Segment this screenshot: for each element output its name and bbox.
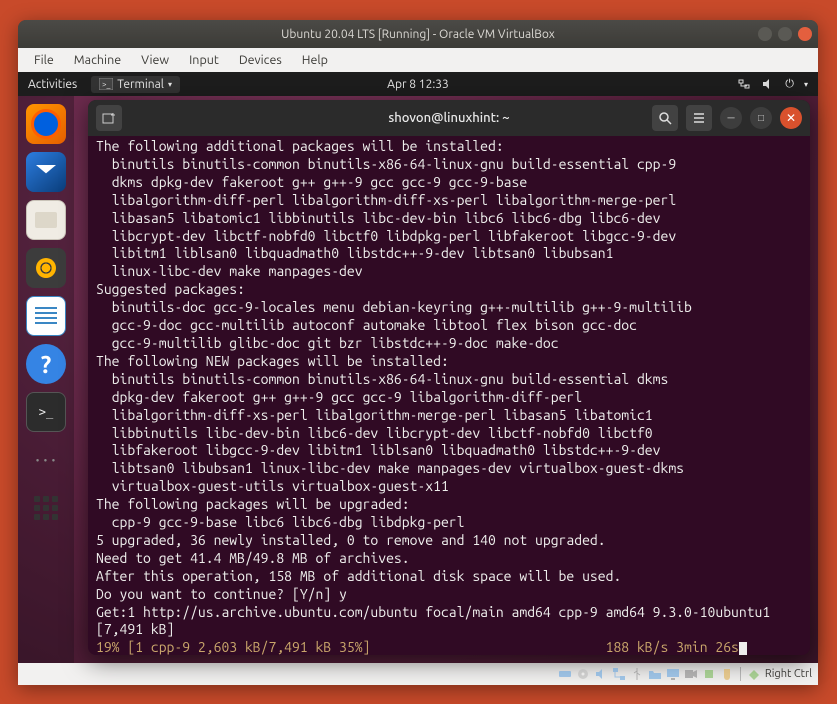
dock-terminal[interactable]: [26, 392, 66, 432]
hard-disk-icon[interactable]: [558, 667, 572, 681]
terminal-line: libalgorithm-diff-perl libalgorithm-diff…: [96, 192, 676, 208]
optical-disk-icon[interactable]: [576, 667, 590, 681]
maximize-button[interactable]: [778, 27, 792, 41]
dock-firefox[interactable]: [26, 104, 66, 144]
host-key-label: Right Ctrl: [765, 668, 812, 680]
terminal-line: virtualbox-guest-utils virtualbox-guest-…: [96, 478, 449, 494]
dock-show-apps[interactable]: [26, 488, 66, 528]
audio-icon[interactable]: [594, 667, 608, 681]
network-icon[interactable]: [737, 78, 751, 90]
network-icon[interactable]: [612, 667, 626, 681]
activities-button[interactable]: Activities: [28, 78, 77, 91]
vbox-menubar: File Machine View Input Devices Help: [18, 48, 818, 72]
host-key-icon[interactable]: [747, 667, 761, 681]
dock: ? • • •: [18, 96, 74, 663]
terminal-line: binutils binutils-common binutils-x86-64…: [96, 371, 668, 387]
separator: [740, 667, 741, 681]
menu-help[interactable]: Help: [292, 51, 338, 69]
processor-icon[interactable]: [702, 667, 716, 681]
dock-help[interactable]: ?: [26, 344, 66, 384]
mouse-icon[interactable]: [720, 667, 734, 681]
terminal-line: cpp-9 gcc-9-base libc6 libc6-dbg libdpkg…: [96, 514, 465, 530]
search-icon: [658, 111, 672, 125]
menu-devices[interactable]: Devices: [229, 51, 292, 69]
terminal-line: Need to get 41.4 MB/49.8 MB of archives.: [96, 550, 410, 566]
terminal-line: libcrypt-dev libctf-nobfd0 libctf0 libdp…: [96, 228, 676, 244]
app-menu-label: Terminal: [117, 78, 164, 91]
menu-input[interactable]: Input: [179, 51, 229, 69]
shared-folder-icon[interactable]: [648, 667, 662, 681]
menu-machine[interactable]: Machine: [64, 51, 131, 69]
terminal-line: binutils binutils-common binutils-x86-64…: [96, 156, 676, 172]
terminal-line: binutils-doc gcc-9-locales menu debian-k…: [96, 299, 692, 315]
apt-progress-left: 19% [1 cpp-9 2,603 kB/7,491 kB 35%]: [96, 639, 370, 655]
terminal-window: shovon@linuxhint: ~ ─ □ ✕ The following …: [88, 100, 810, 655]
terminal-line: Suggested packages:: [96, 281, 245, 297]
menu-button[interactable]: [686, 105, 712, 131]
recording-icon[interactable]: [684, 667, 698, 681]
usb-icon[interactable]: [630, 667, 644, 681]
dock-thunderbird[interactable]: [26, 152, 66, 192]
terminal-title: shovon@linuxhint: ~: [388, 111, 509, 125]
terminal-line: libfakeroot libgcc-9-dev libitm1 liblsan…: [96, 442, 661, 458]
new-tab-icon: [102, 111, 116, 125]
terminal-line: The following additional packages will b…: [96, 138, 504, 154]
power-icon[interactable]: ⏻: [785, 78, 794, 91]
vbox-statusbar: Right Ctrl: [18, 663, 818, 685]
terminal-line: dkms dpkg-dev fakeroot g++ g++-9 gcc gcc…: [96, 174, 527, 190]
virtualbox-window: Ubuntu 20.04 LTS [Running] - Oracle VM V…: [18, 20, 818, 685]
menu-file[interactable]: File: [24, 51, 64, 69]
terminal-line: Get:1 http://us.archive.ubuntu.com/ubunt…: [96, 604, 778, 638]
menu-view[interactable]: View: [131, 51, 179, 69]
vbox-titlebar[interactable]: Ubuntu 20.04 LTS [Running] - Oracle VM V…: [18, 20, 818, 48]
guest-desktop: Activities >_ Terminal ▾ Apr 8 12:33 ⏻ ▾: [18, 72, 818, 663]
terminal-line: The following NEW packages will be insta…: [96, 353, 449, 369]
app-menu[interactable]: >_ Terminal ▾: [91, 76, 180, 93]
terminal-line: linux-libc-dev make manpages-dev: [96, 263, 363, 279]
apt-progress-right: 188 kB/s 3min 26s: [606, 639, 739, 655]
chevron-down-icon: ▾: [168, 80, 172, 89]
cursor: [739, 642, 747, 655]
terminal-body[interactable]: The following additional packages will b…: [88, 136, 810, 655]
minimize-button[interactable]: [758, 27, 772, 41]
dock-running-indicator: • • •: [26, 440, 66, 480]
new-tab-button[interactable]: [96, 105, 122, 131]
terminal-line: gcc-9-multilib glibc-doc git bzr libstdc…: [96, 335, 559, 351]
chevron-down-icon[interactable]: ▾: [804, 80, 808, 89]
terminal-line: gcc-9-doc gcc-multilib autoconf automake…: [96, 317, 637, 333]
display-icon[interactable]: [666, 667, 680, 681]
terminal-line: Do you want to continue? [Y/n] y: [96, 586, 347, 602]
terminal-line: libtsan0 libubsan1 linux-libc-dev make m…: [96, 460, 684, 476]
volume-icon[interactable]: [761, 78, 775, 90]
hamburger-icon: [692, 111, 706, 125]
terminal-maximize[interactable]: □: [750, 107, 772, 129]
terminal-line: libalgorithm-diff-xs-perl libalgorithm-m…: [96, 407, 653, 423]
search-button[interactable]: [652, 105, 678, 131]
terminal-line: After this operation, 158 MB of addition…: [96, 568, 621, 584]
gnome-topbar: Activities >_ Terminal ▾ Apr 8 12:33 ⏻ ▾: [18, 72, 818, 96]
terminal-icon: >_: [99, 78, 113, 90]
terminal-minimize[interactable]: ─: [720, 107, 742, 129]
terminal-close[interactable]: ✕: [780, 107, 802, 129]
terminal-line: 5 upgraded, 36 newly installed, 0 to rem…: [96, 532, 606, 548]
dock-files[interactable]: [26, 200, 66, 240]
dock-libreoffice-writer[interactable]: [26, 296, 66, 336]
apps-grid-icon: [34, 496, 58, 520]
terminal-line: libitm1 liblsan0 libquadmath0 libstdc++-…: [96, 245, 613, 261]
svg-text:>_: >_: [102, 80, 111, 89]
terminal-line: libbinutils libc-dev-bin libc6-dev libcr…: [96, 425, 653, 441]
terminal-titlebar[interactable]: shovon@linuxhint: ~ ─ □ ✕: [88, 100, 810, 136]
vbox-title: Ubuntu 20.04 LTS [Running] - Oracle VM V…: [281, 28, 555, 41]
clock[interactable]: Apr 8 12:33: [387, 78, 449, 91]
terminal-line: dpkg-dev fakeroot g++ g++-9 gcc gcc-9 li…: [96, 389, 582, 405]
terminal-line: libasan5 libatomic1 libbinutils libc-dev…: [96, 210, 661, 226]
terminal-line: The following packages will be upgraded:: [96, 496, 410, 512]
dock-rhythmbox[interactable]: [26, 248, 66, 288]
close-button[interactable]: [798, 27, 812, 41]
